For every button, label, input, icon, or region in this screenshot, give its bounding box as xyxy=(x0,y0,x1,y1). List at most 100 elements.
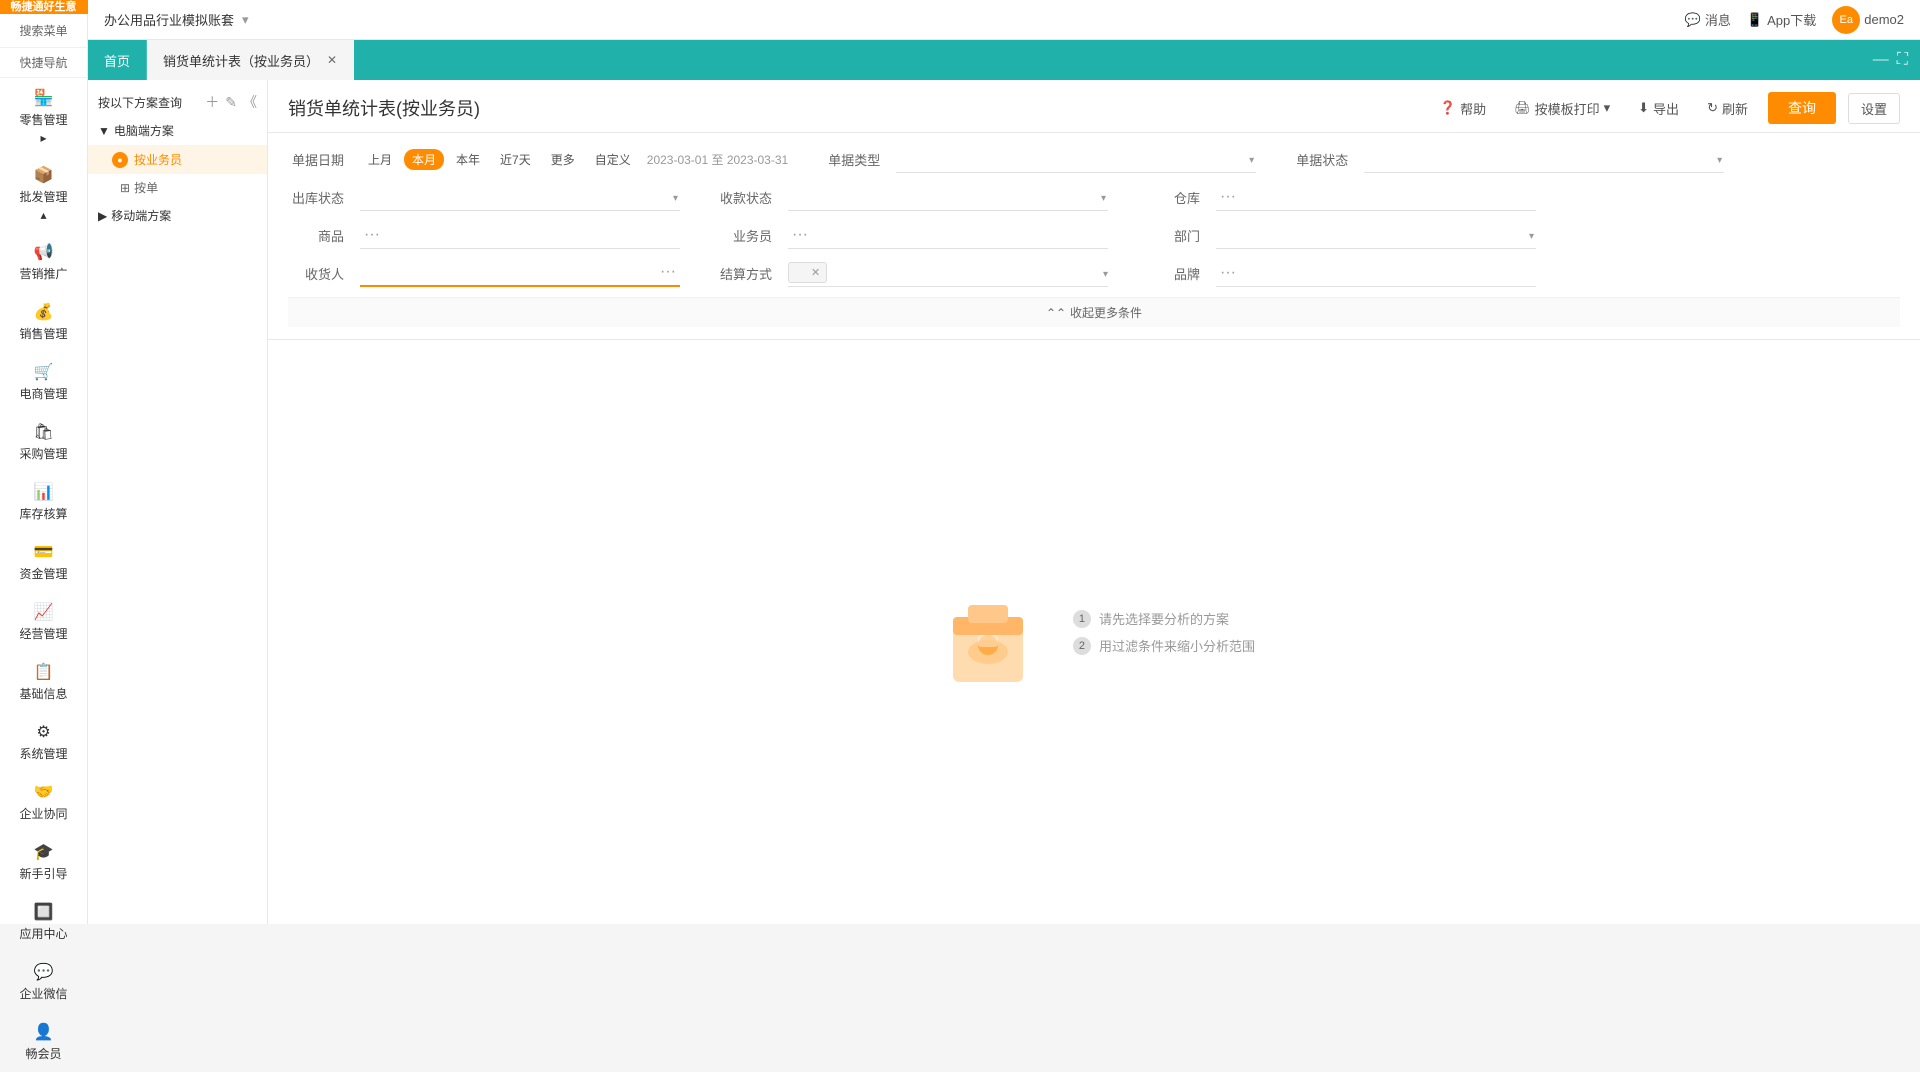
apps-icon: 🔲 xyxy=(34,902,54,922)
filter-row-2: 出库状态 收款状态 仓库 ··· xyxy=(288,183,1900,211)
doc-icon: ⊞ xyxy=(120,181,130,195)
scheme-active-icon: ● xyxy=(112,152,128,168)
message-icon: 💬 xyxy=(1685,12,1701,28)
out-status-dropdown[interactable] xyxy=(673,189,678,204)
dropdown-label: 办公用品行业模拟账套 xyxy=(104,10,234,29)
consignee-control: ··· xyxy=(360,259,680,287)
sidebar-item-wechat[interactable]: 💬 企业微信 xyxy=(0,952,88,1012)
consignee-dots[interactable]: ··· xyxy=(656,263,680,281)
product-dots[interactable]: ··· xyxy=(360,226,384,244)
help-btn[interactable]: ❓ 帮助 xyxy=(1432,95,1494,122)
consignee-input[interactable] xyxy=(360,263,656,282)
scheme-sub-item-by-doc[interactable]: ⊞ 按单 xyxy=(88,174,267,201)
doc-type-label: 单据类型 xyxy=(824,150,880,169)
empty-tip-1: 1 请先选择要分析的方案 xyxy=(1073,609,1255,628)
ecommerce-icon: 🛒 xyxy=(34,362,54,382)
dept-dropdown[interactable] xyxy=(1529,227,1534,242)
sales-icon: 💰 xyxy=(34,302,54,322)
salesperson-dots[interactable]: ··· xyxy=(788,226,812,244)
page-title: 销货单统计表(按业务员) xyxy=(288,95,480,121)
date-this-month[interactable]: 本月 xyxy=(404,149,444,170)
brand-dots[interactable]: ··· xyxy=(1216,264,1240,282)
empty-tip-2: 2 用过滤条件来缩小分析范围 xyxy=(1073,636,1255,655)
tab-home[interactable]: 首页 xyxy=(88,40,147,80)
warehouse-dots[interactable]: ··· xyxy=(1216,188,1240,206)
filter-row-4: 收货人 ··· 结算方式 ✕ 品牌 · xyxy=(288,259,1900,287)
receipt-status-control xyxy=(788,183,1108,211)
empty-state: 1 请先选择要分析的方案 2 用过滤条件来缩小分析范围 xyxy=(268,340,1920,924)
top-header: 办公用品行业模拟账套 ▾ 💬 消息 📱 App下载 Ea demo2 xyxy=(88,0,1920,40)
date-last-7[interactable]: 近7天 xyxy=(492,149,539,170)
sidebar-item-operations[interactable]: 📈 经营管理 xyxy=(0,592,88,652)
receipt-status-dropdown[interactable] xyxy=(1101,189,1106,204)
tab-bar-actions: — ⛶ xyxy=(1873,40,1920,80)
app-logo: 畅捷通好生意 xyxy=(0,0,88,14)
tab-close-icon[interactable]: ✕ xyxy=(327,53,337,67)
empty-illustration xyxy=(933,577,1043,687)
finance-icon: 💳 xyxy=(34,542,54,562)
help-icon: ❓ xyxy=(1440,100,1456,116)
collapse-panel-btn[interactable]: 《 xyxy=(243,92,257,112)
sidebar-item-cooperation[interactable]: 🤝 企业协同 xyxy=(0,772,88,832)
user-menu[interactable]: Ea demo2 xyxy=(1832,6,1904,34)
settings-btn[interactable]: 设置 xyxy=(1848,93,1900,124)
template-print-btn[interactable]: 🖨 按模板打印 ▾ xyxy=(1506,95,1618,122)
quick-nav[interactable]: 快捷导航 xyxy=(0,48,88,78)
doc-type-dropdown[interactable] xyxy=(1249,151,1254,166)
collapse-btn[interactable]: ⌃⌃ 收起更多条件 xyxy=(1046,304,1142,321)
query-btn[interactable]: 查询 xyxy=(1768,92,1836,124)
right-area: 销货单统计表(按业务员) ❓ 帮助 🖨 按模板打印 ▾ ⬇ 导出 xyxy=(268,80,1920,924)
sidebar-item-basic[interactable]: 📋 基础信息 xyxy=(0,652,88,712)
sidebar-item-inventory[interactable]: 📊 库存核算 xyxy=(0,472,88,532)
desktop-scheme-group: ▼ 电脑端方案 ● 按业务员 ⊞ 按单 xyxy=(88,116,267,201)
sidebar-item-ecommerce[interactable]: 🛒 电商管理 xyxy=(0,352,88,412)
date-this-year[interactable]: 本年 xyxy=(448,149,488,170)
tab-sales-stat[interactable]: 销货单统计表（按业务员） ✕ xyxy=(147,40,354,80)
salesperson-label: 业务员 xyxy=(716,226,772,245)
scheme-item-by-salesperson[interactable]: ● 按业务员 xyxy=(88,145,267,174)
chevron-up-icon: ▴ xyxy=(40,208,46,222)
sidebar-item-member[interactable]: 👤 畅会员 xyxy=(0,1012,88,1072)
app-download-btn[interactable]: 📱 App下载 xyxy=(1747,10,1816,29)
dropdown-arrow-icon[interactable]: ▾ xyxy=(242,12,249,28)
collapse-icon: ⌃⌃ xyxy=(1046,306,1066,320)
refresh-icon: ↻ xyxy=(1707,100,1718,116)
message-btn[interactable]: 💬 消息 xyxy=(1685,10,1731,29)
left-panel: 按以下方案查询 ＋ ✎ 《 ▼ 电脑端方案 ● 按业务员 ⊞ 按单 xyxy=(88,80,268,924)
panel-icons: ＋ ✎ 《 xyxy=(205,92,257,112)
refresh-btn[interactable]: ↻ 刷新 xyxy=(1699,95,1756,122)
date-group: 上月 本月 本年 近7天 更多 自定义 2023-03-01 至 2023-03… xyxy=(360,149,788,170)
date-custom[interactable]: 自定义 xyxy=(587,149,639,170)
sidebar-item-apps[interactable]: 🔲 应用中心 xyxy=(0,892,88,952)
export-btn[interactable]: ⬇ 导出 xyxy=(1630,95,1687,122)
sidebar-item-wholesale[interactable]: 📦 批发管理 ▴ xyxy=(0,155,88,232)
mobile-group-title[interactable]: ▶ 移动端方案 xyxy=(88,201,267,230)
newbie-icon: 🎓 xyxy=(34,842,54,862)
wechat-icon: 💬 xyxy=(34,962,54,982)
sidebar-item-system[interactable]: ⚙ 系统管理 xyxy=(0,712,88,772)
page-content: 按以下方案查询 ＋ ✎ 《 ▼ 电脑端方案 ● 按业务员 ⊞ 按单 xyxy=(88,80,1920,924)
tab-minimize-icon[interactable]: — xyxy=(1873,51,1889,69)
payment-dropdown[interactable] xyxy=(1103,265,1108,280)
sidebar-item-finance[interactable]: 💳 资金管理 xyxy=(0,532,88,592)
brand-label: 品牌 xyxy=(1144,264,1200,283)
date-label: 单据日期 xyxy=(288,150,344,169)
doc-status-label: 单据状态 xyxy=(1292,150,1348,169)
system-icon: ⚙ xyxy=(36,722,50,742)
payment-tag-remove[interactable]: ✕ xyxy=(811,266,820,279)
date-last-month[interactable]: 上月 xyxy=(360,149,400,170)
dept-label: 部门 xyxy=(1144,226,1200,245)
search-menu[interactable]: 搜索菜单 xyxy=(0,14,88,48)
sidebar-item-retail[interactable]: 🏪 零售管理 ▸ xyxy=(0,78,88,155)
edit-scheme-btn[interactable]: ✎ xyxy=(225,94,237,111)
sidebar-item-marketing[interactable]: 📢 营销推广 xyxy=(0,232,88,292)
date-more[interactable]: 更多 xyxy=(543,149,583,170)
sidebar-item-newbie[interactable]: 🎓 新手引导 xyxy=(0,832,88,892)
sidebar-item-purchase[interactable]: 🛍 采购管理 xyxy=(0,412,88,472)
desktop-group-title[interactable]: ▼ 电脑端方案 xyxy=(88,116,267,145)
doc-status-dropdown[interactable] xyxy=(1717,151,1722,166)
add-scheme-btn[interactable]: ＋ xyxy=(205,92,219,112)
sidebar-item-sales[interactable]: 💰 销售管理 xyxy=(0,292,88,352)
tab-maximize-icon[interactable]: ⛶ xyxy=(1897,51,1908,69)
doc-type-control xyxy=(896,145,1256,173)
